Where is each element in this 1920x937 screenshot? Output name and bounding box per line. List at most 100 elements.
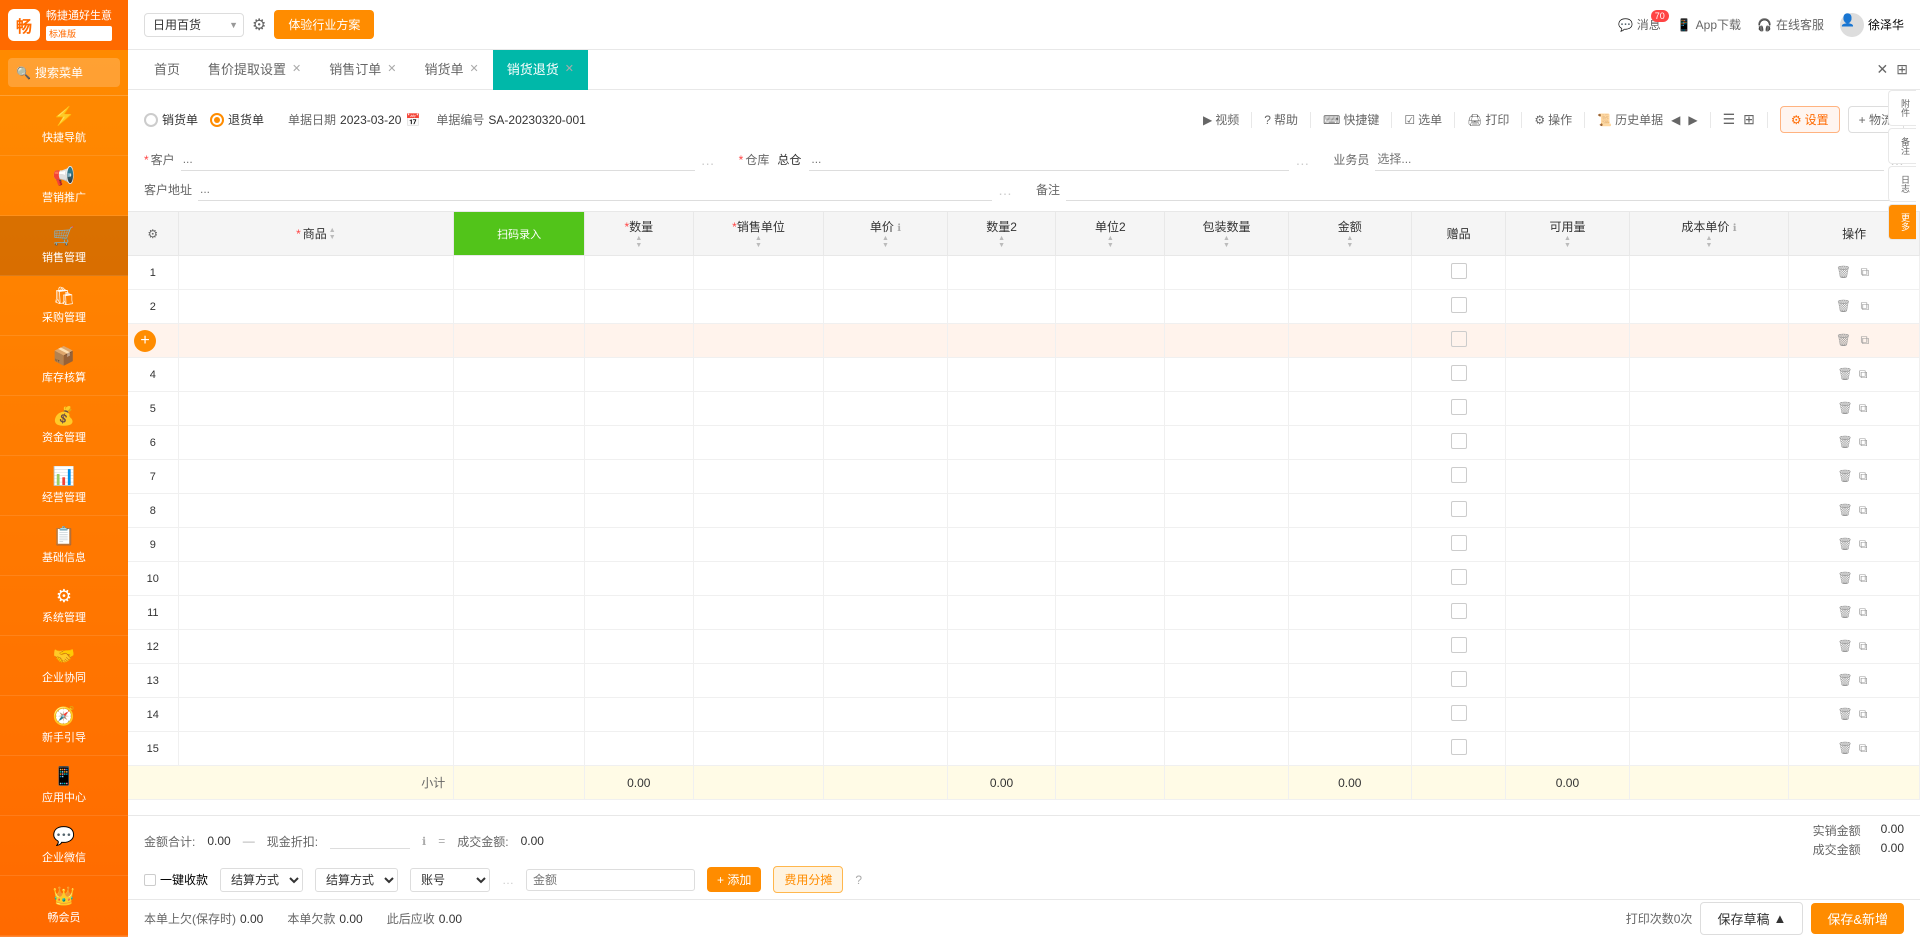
sidebar-item-quicknav[interactable]: ⚡ 快捷导航 bbox=[0, 96, 128, 156]
copy-row-5[interactable]: ⧉ bbox=[1854, 400, 1872, 418]
copy-row-6[interactable]: ⧉ bbox=[1854, 434, 1872, 452]
sidebar-item-purchase[interactable]: 🛍 采购管理 bbox=[0, 276, 128, 336]
unit-input-1[interactable] bbox=[700, 266, 818, 280]
sidebar-item-marketing[interactable]: 📢 营销推广 bbox=[0, 156, 128, 216]
gift-check-9[interactable] bbox=[1451, 535, 1467, 551]
delete-row-6[interactable]: 🗑 bbox=[1836, 433, 1854, 451]
help-btn[interactable]: ? 帮助 bbox=[1264, 111, 1298, 128]
unit2-sort-icon[interactable]: ▲▼ bbox=[1064, 235, 1156, 249]
history-btn[interactable]: 📜 历史单据 bbox=[1597, 111, 1663, 128]
right-panel-more[interactable]: 更多 bbox=[1888, 204, 1916, 240]
discount-input[interactable] bbox=[330, 834, 410, 849]
copy-row-8[interactable]: ⧉ bbox=[1854, 502, 1872, 520]
gift-check-1[interactable] bbox=[1451, 263, 1467, 279]
warehouse-more-icon[interactable]: … bbox=[1295, 152, 1309, 168]
online-service-btn[interactable]: 🎧 在线客服 bbox=[1757, 16, 1824, 33]
qty2-sort-icon[interactable]: ▲▼ bbox=[956, 235, 1048, 249]
copy-row-14[interactable]: ⧉ bbox=[1854, 706, 1872, 724]
sidebar-item-basicinfo[interactable]: 📋 基础信息 bbox=[0, 516, 128, 576]
gift-check-12[interactable] bbox=[1451, 637, 1467, 653]
sidebar-item-business[interactable]: 📊 经营管理 bbox=[0, 456, 128, 516]
delete-row-5[interactable]: 🗑 bbox=[1836, 399, 1854, 417]
sidebar-item-member[interactable]: 👑 畅会员 bbox=[0, 876, 128, 936]
copy-row-9[interactable]: ⧉ bbox=[1854, 536, 1872, 554]
delete-row-7[interactable]: 🗑 bbox=[1836, 467, 1854, 485]
copy-row-10[interactable]: ⧉ bbox=[1854, 570, 1872, 588]
calc-method-select[interactable]: 结算方式 bbox=[220, 868, 303, 892]
radio-return-goods[interactable]: 退货单 bbox=[210, 111, 264, 128]
available-sort-icon[interactable]: ▲▼ bbox=[1514, 235, 1620, 249]
copy-row-13[interactable]: ⧉ bbox=[1854, 672, 1872, 690]
remark-input[interactable] bbox=[1066, 178, 1904, 201]
next-doc-btn[interactable]: ▶ bbox=[1688, 113, 1697, 127]
calendar-icon[interactable]: 📅 bbox=[405, 113, 420, 127]
module-select[interactable]: 日用百货 bbox=[144, 13, 244, 37]
gift-check-7[interactable] bbox=[1451, 467, 1467, 483]
select-order-btn[interactable]: ☑ 选单 bbox=[1404, 111, 1442, 128]
view-detail-btn[interactable]: ⊞ bbox=[1743, 111, 1755, 128]
right-panel-attachment[interactable]: 附件 bbox=[1888, 90, 1916, 126]
delete-row-15[interactable]: 🗑 bbox=[1836, 739, 1854, 757]
copy-row-7[interactable]: ⧉ bbox=[1854, 468, 1872, 486]
address-input[interactable] bbox=[198, 178, 992, 201]
tab-sale-price-close[interactable]: ✕ bbox=[292, 62, 301, 75]
search-menu-button[interactable]: 🔍 搜索菜单 bbox=[8, 58, 120, 87]
account-more-icon[interactable]: … bbox=[502, 873, 514, 887]
expense-split-btn[interactable]: 费用分摊 bbox=[773, 866, 843, 893]
delete-row-8[interactable]: 🗑 bbox=[1836, 501, 1854, 519]
radio-sale-goods[interactable]: 销货单 bbox=[144, 111, 198, 128]
gift-check-11[interactable] bbox=[1451, 603, 1467, 619]
delete-row-12[interactable]: 🗑 bbox=[1836, 637, 1854, 655]
copy-row-11[interactable]: ⧉ bbox=[1854, 604, 1872, 622]
tab-sale-goods[interactable]: 销货单 ✕ bbox=[410, 50, 492, 90]
goods-input-1[interactable] bbox=[185, 266, 448, 280]
unit-sort-icon[interactable]: ▲▼ bbox=[702, 235, 816, 249]
tab-sale-return-close[interactable]: ✕ bbox=[565, 62, 574, 75]
delete-row-2[interactable]: 🗑 bbox=[1834, 297, 1852, 315]
goods-sort-icon[interactable]: ▲▼ bbox=[329, 227, 336, 241]
delete-row-13[interactable]: 🗑 bbox=[1836, 671, 1854, 689]
shortcut-btn[interactable]: ⌨ 快捷键 bbox=[1323, 111, 1379, 128]
price-sort-icon[interactable]: ▲▼ bbox=[832, 235, 938, 249]
user-menu[interactable]: 👤 徐泽华 bbox=[1840, 13, 1904, 37]
warehouse-input[interactable] bbox=[809, 148, 1289, 171]
config-icon[interactable]: ⚙ bbox=[147, 227, 158, 241]
operate-btn[interactable]: ⚙ 操作 bbox=[1534, 111, 1572, 128]
message-btn[interactable]: 💬 消息 70 bbox=[1618, 16, 1660, 33]
account-select[interactable]: 账号 bbox=[410, 868, 490, 892]
qty-input-1[interactable] bbox=[591, 266, 687, 280]
experience-btn[interactable]: 体验行业方案 bbox=[274, 10, 374, 39]
sidebar-item-wechat[interactable]: 💬 企业微信 bbox=[0, 816, 128, 876]
gift-check-15[interactable] bbox=[1451, 739, 1467, 755]
save-draft-button[interactable]: 保存草稿 ▲ bbox=[1700, 902, 1803, 935]
sidebar-item-inventory[interactable]: 📦 库存核算 bbox=[0, 336, 128, 396]
add-row-btn[interactable]: + bbox=[134, 330, 156, 352]
delete-row-9[interactable]: 🗑 bbox=[1836, 535, 1854, 553]
print-btn[interactable]: 🖨 打印 bbox=[1467, 111, 1509, 128]
address-more-icon[interactable]: … bbox=[998, 182, 1012, 198]
video-btn[interactable]: ▶ 视频 bbox=[1203, 111, 1239, 128]
sidebar-item-cooperation[interactable]: 🤝 企业协同 bbox=[0, 636, 128, 696]
tab-sale-return[interactable]: 销货退货 ✕ bbox=[493, 50, 588, 90]
scan-input-btn[interactable]: 扫码录入 bbox=[491, 224, 547, 244]
view-list-btn[interactable]: ☰ bbox=[1723, 111, 1736, 128]
delete-row-14[interactable]: 🗑 bbox=[1836, 705, 1854, 723]
delete-row-1[interactable]: 🗑 bbox=[1834, 263, 1852, 281]
copy-row-4[interactable]: ⧉ bbox=[1854, 366, 1872, 384]
gift-check-10[interactable] bbox=[1451, 569, 1467, 585]
copy-row-3[interactable]: ⧉ bbox=[1856, 332, 1874, 350]
customer-input[interactable] bbox=[181, 148, 695, 171]
gift-check-8[interactable] bbox=[1451, 501, 1467, 517]
gift-check-2[interactable] bbox=[1451, 297, 1467, 313]
goods-cell-1[interactable] bbox=[178, 256, 454, 290]
quick-pay-checkbox[interactable]: 一键收款 bbox=[144, 871, 208, 888]
tab-sale-order-close[interactable]: ✕ bbox=[387, 62, 396, 75]
tab-close-window-icon[interactable]: ✕ bbox=[1877, 61, 1889, 78]
amount-sort-icon[interactable]: ▲▼ bbox=[1297, 235, 1403, 249]
salesperson-input[interactable] bbox=[1375, 148, 1884, 171]
qty-sort-icon[interactable]: ▲▼ bbox=[593, 235, 685, 249]
payment-amount-input[interactable] bbox=[526, 869, 695, 891]
tab-sale-order[interactable]: 销售订单 ✕ bbox=[315, 50, 410, 90]
gift-check-13[interactable] bbox=[1451, 671, 1467, 687]
copy-row-15[interactable]: ⧉ bbox=[1854, 740, 1872, 758]
